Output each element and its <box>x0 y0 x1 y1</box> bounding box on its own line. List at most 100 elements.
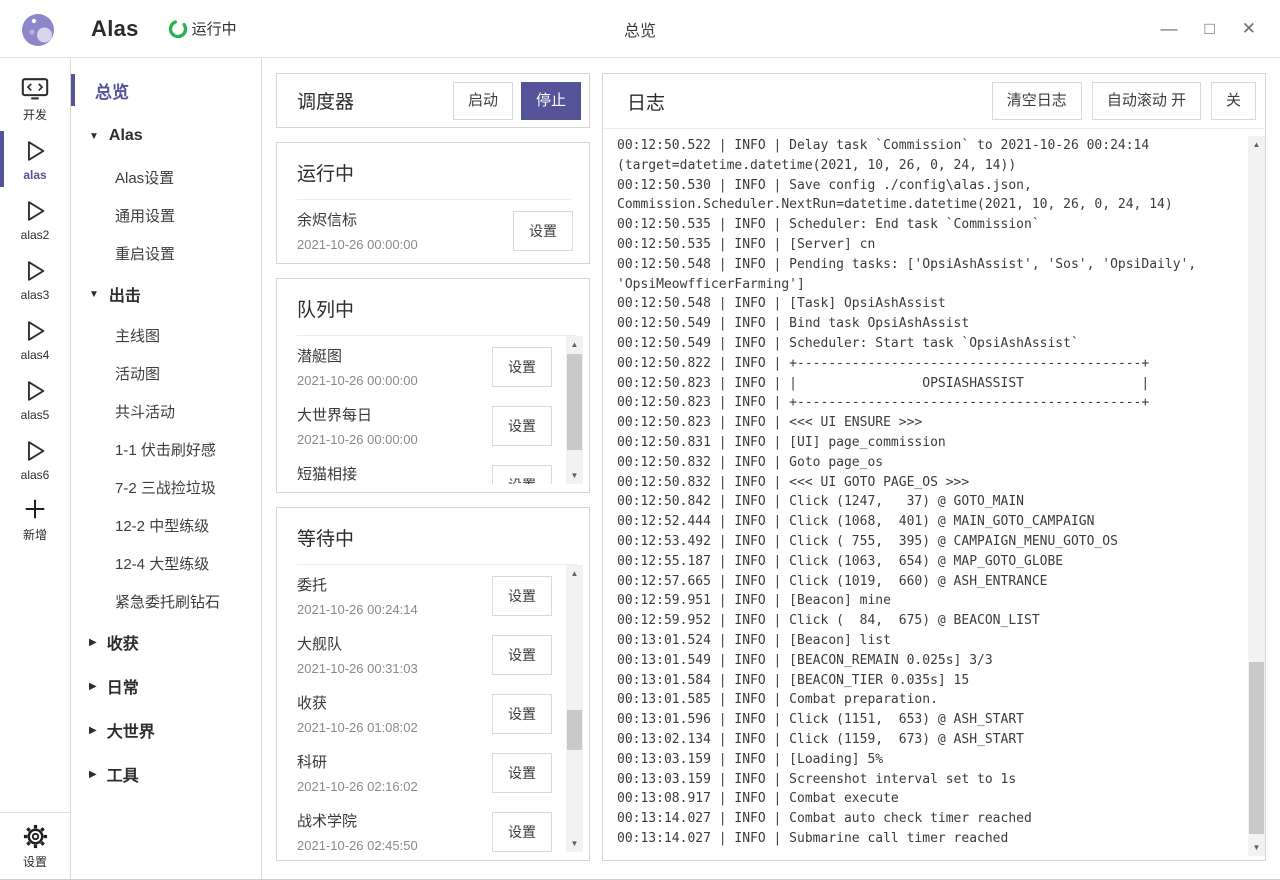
task-row: 短猫相接2021-10-26 00:00:00设置 <box>297 454 556 484</box>
scroll-up-icon[interactable]: ▲ <box>566 336 583 353</box>
maximize-icon[interactable]: □ <box>1204 20 1214 37</box>
task-settings-button[interactable]: 设置 <box>492 812 552 852</box>
menu-item-紧急委托刷钻石[interactable]: 紧急委托刷钻石 <box>71 582 261 620</box>
rail-item-新增[interactable]: 新增 <box>0 490 70 548</box>
log-line: 00:13:01.585 | INFO | Combat preparation… <box>617 690 1246 710</box>
task-settings-button[interactable]: 设置 <box>513 211 573 251</box>
log-line: 00:12:50.548 | INFO | [Task] OpsiAshAssi… <box>617 294 1246 314</box>
scrollbar-thumb[interactable] <box>567 710 582 750</box>
task-row: 收获2021-10-26 01:08:02设置 <box>297 683 556 742</box>
menu-item-主线图[interactable]: 主线图 <box>71 316 261 354</box>
pending-tasks: 潜艇图2021-10-26 00:00:00设置大世界每日 2021-10-26 … <box>297 336 566 484</box>
scroll-down-icon[interactable]: ▼ <box>566 835 583 852</box>
task-settings-button[interactable]: 设置 <box>492 576 552 616</box>
log-line: 00:12:50.823 | INFO | <<< UI ENSURE >>> <box>617 413 1246 433</box>
log-line: 00:12:50.823 | INFO | | OPSIASHASSIST | <box>617 374 1246 394</box>
running-panel: 运行中 余烬信标2021-10-26 00:00:00设置 <box>276 142 590 264</box>
rail-item-alas3[interactable]: alas3 <box>0 250 70 308</box>
rail-item-alas5[interactable]: alas5 <box>0 370 70 428</box>
task-settings-button[interactable]: 设置 <box>492 465 552 485</box>
rail-item-label: 新增 <box>23 526 47 543</box>
scroll-up-icon[interactable]: ▲ <box>566 565 583 582</box>
rail-item-alas4[interactable]: alas4 <box>0 310 70 368</box>
log-scrollbar[interactable]: ▲ ▼ <box>1248 136 1265 856</box>
log-line: 00:13:01.596 | INFO | Click (1151, 653) … <box>617 710 1246 730</box>
rail-bottom: 设置 <box>0 817 70 879</box>
menu-item-overview[interactable]: 总览 <box>71 74 261 106</box>
page-title: 总览 <box>624 17 656 41</box>
log-line: 00:12:50.535 | INFO | [Server] cn <box>617 235 1246 255</box>
log-line: Commission.Scheduler.NextRun=datetime.da… <box>617 195 1246 215</box>
task-time: 2021-10-26 00:00:00 <box>297 237 418 252</box>
task-settings-button[interactable]: 设置 <box>492 635 552 675</box>
menu-section-出击[interactable]: ▼出击 <box>71 272 261 316</box>
spinner-icon <box>167 18 189 40</box>
scroll-down-icon[interactable]: ▼ <box>566 467 583 484</box>
menu-item-通用设置[interactable]: 通用设置 <box>71 196 261 234</box>
menu-item-1-1 伏击刷好感[interactable]: 1-1 伏击刷好感 <box>71 430 261 468</box>
log-line: 00:13:14.027 | INFO | Combat auto check … <box>617 809 1246 829</box>
scroll-up-icon[interactable]: ▲ <box>1248 136 1265 153</box>
menu-item-12-4 大型练级[interactable]: 12-4 大型练级 <box>71 544 261 582</box>
running-title: 运行中 <box>297 153 577 199</box>
menu-section-收获[interactable]: ▶收获 <box>71 620 261 664</box>
log-line: 00:12:53.492 | INFO | Click ( 755, 395) … <box>617 532 1246 552</box>
scrollbar-thumb[interactable] <box>1249 662 1264 835</box>
app-title: Alas <box>91 16 139 42</box>
scroll-down-icon[interactable]: ▼ <box>1248 839 1265 856</box>
task-settings-button[interactable]: 设置 <box>492 347 552 387</box>
autoscroll-off-button[interactable]: 关 <box>1211 82 1256 120</box>
triangle-right-icon: ▶ <box>89 725 97 736</box>
running-status: 运行中 <box>167 18 237 40</box>
menu-item-7-2 三战捡垃圾[interactable]: 7-2 三战捡垃圾 <box>71 468 261 506</box>
log-line: 00:12:59.951 | INFO | [Beacon] mine <box>617 591 1246 611</box>
scrollbar-thumb[interactable] <box>567 354 582 450</box>
start-button[interactable]: 启动 <box>453 82 513 120</box>
stop-button[interactable]: 停止 <box>521 82 581 120</box>
rail-item-开发[interactable]: 开发 <box>0 70 70 128</box>
close-icon[interactable]: ✕ <box>1242 20 1256 37</box>
triangle-right-icon: ▶ <box>89 769 97 780</box>
menu-item-Alas设置[interactable]: Alas设置 <box>71 158 261 196</box>
rail-item-alas6[interactable]: alas6 <box>0 430 70 488</box>
log-line: 00:13:01.584 | INFO | [BEACON_TIER 0.035… <box>617 671 1246 691</box>
menu-section-日常[interactable]: ▶日常 <box>71 664 261 708</box>
task-settings-button[interactable]: 设置 <box>492 753 552 793</box>
minimize-icon[interactable]: — <box>1160 20 1177 37</box>
rail-item-label: alas <box>23 168 46 182</box>
menu-section-label: 工具 <box>107 762 139 786</box>
task-time: 2021-10-26 00:00:00 <box>297 432 418 447</box>
menu-section-工具[interactable]: ▶ 工具 <box>71 752 261 796</box>
task-settings-button[interactable]: 设置 <box>492 406 552 446</box>
waiting-scrollbar[interactable]: ▲ ▼ <box>566 565 583 852</box>
pending-scrollbar[interactable]: ▲ ▼ <box>566 336 583 484</box>
log-line: 00:12:52.444 | INFO | Click (1068, 401) … <box>617 512 1246 532</box>
menu-item-活动图[interactable]: 活动图 <box>71 354 261 392</box>
log-line: 00:13:01.549 | INFO | [BEACON_REMAIN 0.0… <box>617 651 1246 671</box>
task-time: 2021-10-26 02:16:02 <box>297 779 418 794</box>
titlebar: Alas 运行中 总览 — □ ✕ <box>0 0 1280 58</box>
log-line: 00:12:55.187 | INFO | Click (1063, 654) … <box>617 552 1246 572</box>
code-icon <box>20 75 50 103</box>
rail-item-alas[interactable]: alas <box>0 130 70 188</box>
clear-log-button[interactable]: 清空日志 <box>992 82 1082 120</box>
log-line: 00:12:50.548 | INFO | Pending tasks: ['O… <box>617 255 1246 275</box>
menu-section-大世界[interactable]: ▶大世界 <box>71 708 261 752</box>
log-title: 日志 <box>627 88 982 115</box>
menu-item-重启设置[interactable]: 重启设置 <box>71 234 261 272</box>
rail-item-alas2[interactable]: alas2 <box>0 190 70 248</box>
log-column: 日志 清空日志 自动滚动 开 关 00:12:50.522 | INFO | D… <box>592 58 1280 879</box>
log-line: 00:12:50.832 | INFO | Goto page_os <box>617 453 1246 473</box>
rail-item-settings[interactable]: 设置 <box>0 817 70 875</box>
task-name: 战术学院 <box>297 810 418 831</box>
menu-item-共斗活动[interactable]: 共斗活动 <box>71 392 261 430</box>
autoscroll-on-button[interactable]: 自动滚动 开 <box>1092 82 1201 120</box>
log-line: 00:13:03.159 | INFO | [Loading] 5% <box>617 750 1246 770</box>
task-row: 潜艇图2021-10-26 00:00:00设置 <box>297 336 556 395</box>
log-line: 00:13:08.917 | INFO | Combat execute <box>617 789 1246 809</box>
task-name: 大世界每日 <box>297 404 418 425</box>
menu-item-12-2 中型练级[interactable]: 12-2 中型练级 <box>71 506 261 544</box>
task-settings-button[interactable]: 设置 <box>492 694 552 734</box>
pending-title: 队列中 <box>297 289 583 335</box>
menu-section-Alas[interactable]: ▼Alas <box>71 114 261 158</box>
